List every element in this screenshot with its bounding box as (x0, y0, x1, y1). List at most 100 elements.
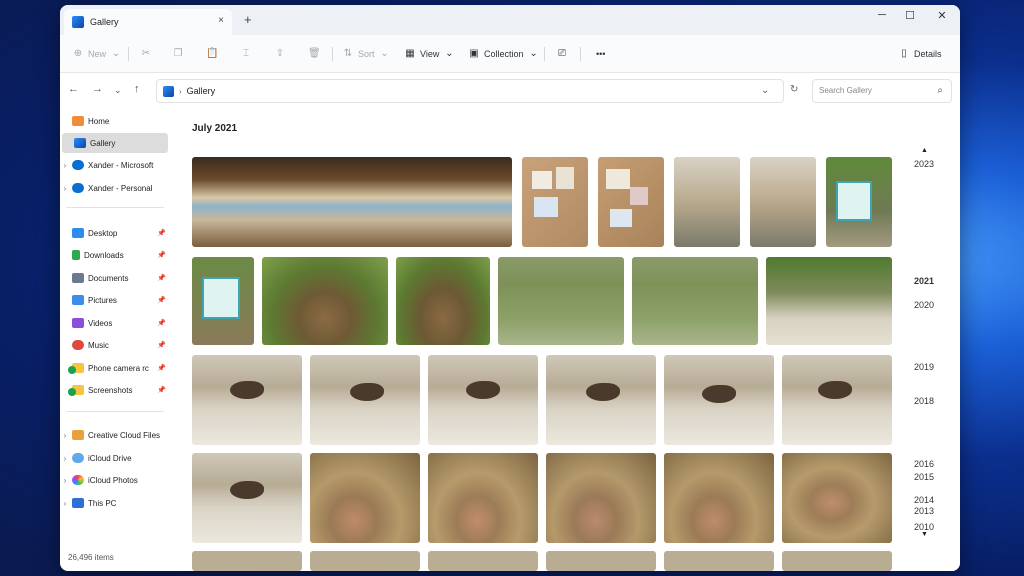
scroll-down-icon[interactable]: ▼ (921, 531, 928, 538)
chevron-right-icon[interactable]: › (60, 184, 70, 193)
scroll-up-icon[interactable]: ▲ (921, 147, 928, 154)
more-options-button[interactable]: ••• (596, 45, 605, 63)
sidebar-item-videos[interactable]: Videos 📌 (60, 313, 170, 333)
forward-button[interactable]: → (92, 83, 103, 95)
photo-thumbnail[interactable] (782, 551, 892, 571)
chevron-down-icon[interactable]: ⌄ (761, 85, 769, 96)
sidebar-item-screenshots[interactable]: Screenshots 📌 (60, 380, 170, 400)
refresh-button[interactable]: ↻ (790, 84, 798, 95)
tab-gallery[interactable]: Gallery × (64, 9, 232, 35)
timeline-year[interactable]: 2020 (908, 300, 940, 310)
photo-thumbnail[interactable] (428, 355, 538, 445)
maximize-button[interactable]: ☐ (900, 9, 920, 22)
photo-thumbnail[interactable] (522, 157, 588, 247)
photo-thumbnail[interactable] (192, 157, 512, 247)
timeline-scrubber[interactable]: ▲ 2023 2021 2020 2019 2018 2016 2015 201… (908, 145, 948, 545)
rename-button[interactable]: ⌶ (240, 45, 252, 63)
sidebar-item-pictures[interactable]: Pictures 📌 (60, 290, 170, 310)
timeline-year[interactable]: 2014 (908, 495, 940, 505)
timeline-year[interactable]: 2018 (908, 396, 940, 406)
photo-thumbnail[interactable] (498, 257, 624, 345)
chevron-right-icon[interactable]: › (60, 499, 70, 508)
pin-icon[interactable]: 📌 (157, 341, 166, 349)
pin-icon[interactable]: 📌 (157, 274, 166, 282)
photo-thumbnail[interactable] (664, 551, 774, 571)
chevron-right-icon[interactable]: › (60, 454, 70, 463)
cut-button[interactable]: ✂ (140, 45, 152, 63)
details-button[interactable]: ▯ Details (898, 45, 941, 63)
timeline-year[interactable]: 2021 (908, 276, 940, 286)
new-tab-button[interactable]: + (244, 12, 252, 27)
pin-icon[interactable]: 📌 (157, 296, 166, 304)
photo-thumbnail[interactable] (396, 257, 490, 345)
photo-thumbnail[interactable] (546, 551, 656, 571)
pin-icon[interactable]: 📌 (157, 364, 166, 372)
paste-button[interactable]: 📋 (206, 45, 218, 63)
photo-thumbnail[interactable] (664, 453, 774, 543)
sidebar-item-downloads[interactable]: Downloads 📌 (60, 245, 170, 265)
close-button[interactable]: ✕ (932, 9, 952, 22)
sidebar-item-xander-personal[interactable]: › Xander - Personal (60, 178, 170, 198)
photo-thumbnail[interactable] (750, 157, 816, 247)
photo-thumbnail[interactable] (192, 453, 302, 543)
photo-thumbnail[interactable] (192, 551, 302, 571)
sidebar-item-icloud-photos[interactable]: › iCloud Photos (60, 470, 170, 490)
search-input[interactable]: Search Gallery ⌕ (812, 79, 952, 103)
slideshow-button[interactable]: ⎚ (556, 45, 568, 63)
sidebar-item-xander-microsoft[interactable]: › Xander - Microsoft (60, 155, 170, 175)
timeline-year[interactable]: 2023 (908, 159, 940, 169)
timeline-year[interactable]: 2016 (908, 459, 940, 469)
sidebar-item-home[interactable]: Home (60, 111, 170, 131)
sidebar-item-gallery[interactable]: Gallery (62, 133, 168, 153)
collection-button[interactable]: ▣ Collection ⌄ (468, 45, 540, 63)
timeline-year[interactable]: 2019 (908, 362, 940, 372)
photo-thumbnail[interactable] (546, 453, 656, 543)
photo-thumbnail[interactable] (192, 355, 302, 445)
up-button[interactable]: ↑ (134, 83, 140, 95)
sidebar-item-documents[interactable]: Documents 📌 (60, 268, 170, 288)
view-button[interactable]: ▦ View ⌄ (404, 45, 455, 63)
back-button[interactable]: ← (68, 83, 79, 95)
delete-button[interactable]: 🗑 (308, 45, 321, 63)
sidebar-item-phone-camera[interactable]: Phone camera rc 📌 (60, 358, 170, 378)
photo-thumbnail[interactable] (546, 355, 656, 445)
sidebar-item-icloud-drive[interactable]: › iCloud Drive (60, 448, 170, 468)
timeline-year[interactable]: 2015 (908, 472, 940, 482)
new-button[interactable]: ⊕ New ⌄ (72, 45, 122, 63)
photo-thumbnail[interactable] (782, 355, 892, 445)
photo-thumbnail[interactable] (632, 257, 758, 345)
chevron-right-icon[interactable]: › (60, 431, 70, 440)
tab-close-icon[interactable]: × (218, 15, 224, 26)
chevron-right-icon[interactable]: › (60, 476, 70, 485)
photo-thumbnail[interactable] (428, 551, 538, 571)
pin-icon[interactable]: 📌 (157, 229, 166, 237)
address-bar[interactable]: › Gallery ⌄ (156, 79, 784, 103)
photo-thumbnail[interactable] (674, 157, 740, 247)
photo-thumbnail[interactable] (664, 355, 774, 445)
photo-thumbnail[interactable] (598, 157, 664, 247)
breadcrumb-gallery[interactable]: Gallery (187, 86, 216, 96)
sort-button[interactable]: ⇅ Sort ⌄ (342, 45, 391, 63)
share-button[interactable]: ⇪ (274, 45, 286, 63)
pin-icon[interactable]: 📌 (157, 251, 166, 259)
photo-thumbnail[interactable] (310, 551, 420, 571)
photo-thumbnail[interactable] (192, 257, 254, 345)
timeline-year[interactable]: 2013 (908, 506, 940, 516)
sidebar-item-this-pc[interactable]: › This PC (60, 493, 170, 513)
photo-thumbnail[interactable] (428, 453, 538, 543)
copy-button[interactable]: ❐ (172, 45, 184, 63)
sidebar-item-music[interactable]: Music 📌 (60, 335, 170, 355)
photo-thumbnail[interactable] (262, 257, 388, 345)
pin-icon[interactable]: 📌 (157, 319, 166, 327)
recent-locations-button[interactable]: ⌄ (114, 85, 122, 96)
minimize-button[interactable]: ─ (872, 9, 892, 21)
photo-thumbnail[interactable] (782, 453, 892, 543)
pin-icon[interactable]: 📌 (157, 386, 166, 394)
photo-thumbnail[interactable] (826, 157, 892, 247)
sidebar-item-creative-cloud[interactable]: › Creative Cloud Files (60, 425, 170, 445)
photo-thumbnail[interactable] (310, 453, 420, 543)
sidebar-item-desktop[interactable]: Desktop 📌 (60, 223, 170, 243)
photo-thumbnail[interactable] (766, 257, 892, 345)
photo-thumbnail[interactable] (310, 355, 420, 445)
chevron-right-icon[interactable]: › (60, 161, 70, 170)
